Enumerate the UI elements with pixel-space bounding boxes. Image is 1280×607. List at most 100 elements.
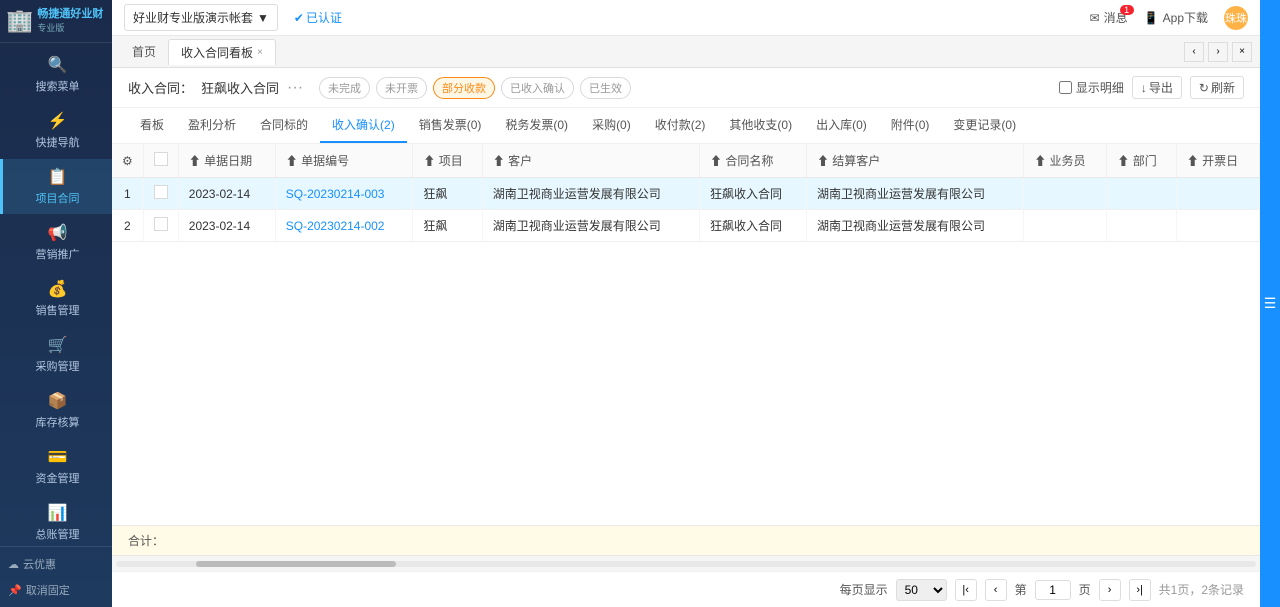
sub-tab-11[interactable]: 变更记录(0): [941, 108, 1028, 143]
sidebar-item-5[interactable]: 🛒采购管理: [0, 327, 112, 382]
page-content: 收入合同： 狂飙收入合同 ··· 未完成 未开票 部分收款 已收入确认 已生效 …: [112, 68, 1260, 607]
message-button[interactable]: ✉ 1 消息: [1090, 9, 1128, 26]
page-next-button[interactable]: ›: [1099, 579, 1121, 601]
page-input[interactable]: [1035, 580, 1071, 600]
table-row[interactable]: 2 2023-02-14 SQ-20230214-002 狂飙 湖南卫视商业运营…: [112, 210, 1260, 242]
tab-prev-button[interactable]: ‹: [1184, 42, 1204, 62]
page-total-info: 共1页，2条记录: [1159, 581, 1244, 598]
refresh-button[interactable]: ↻ 刷新: [1190, 76, 1244, 99]
th-settings[interactable]: ⚙: [112, 144, 143, 178]
status-effective[interactable]: 已生效: [580, 77, 631, 99]
row-number-link-1[interactable]: SQ-20230214-002: [286, 219, 385, 233]
sidebar-icon-4: 💰: [48, 279, 68, 299]
table-row[interactable]: 1 2023-02-14 SQ-20230214-003 狂飙 湖南卫视商业运营…: [112, 178, 1260, 210]
status-partial[interactable]: 部分收款: [433, 77, 495, 99]
sidebar-label-3: 营销推广: [36, 246, 80, 262]
verified-badge: ✔ 已认证: [294, 9, 342, 26]
tab-close-icon[interactable]: ×: [257, 47, 263, 58]
sub-tab-8[interactable]: 其他收支(0): [717, 108, 804, 143]
sidebar-bottom-cloud-label: 云优惠: [23, 556, 56, 572]
sub-tab-7[interactable]: 收付款(2): [643, 108, 718, 143]
sidebar-item-4[interactable]: 💰 销售管理: [0, 271, 112, 326]
row-contract-name-1: 狂飙收入合同: [700, 210, 807, 242]
sidebar-bottom-unpin[interactable]: 📌 取消固定: [0, 577, 112, 603]
status-confirmed[interactable]: 已收入确认: [501, 77, 574, 99]
company-selector[interactable]: 好业财专业版演示帐套 ▼: [124, 4, 278, 31]
per-page-label: 每页显示: [840, 581, 888, 598]
row-number-link-0[interactable]: SQ-20230214-003: [286, 187, 385, 201]
contract-title-prefix: 收入合同：: [128, 78, 193, 97]
th-department[interactable]: ⬆ 部门: [1107, 144, 1176, 178]
export-button[interactable]: ↓ 导出: [1132, 76, 1182, 99]
sidebar-label-1: 快捷导航: [36, 134, 80, 150]
horizontal-scrollbar[interactable]: [112, 555, 1260, 571]
contract-more-button[interactable]: ···: [287, 79, 303, 97]
sub-tab-5[interactable]: 税务发票(0): [493, 108, 580, 143]
show-detail-checkbox[interactable]: [1059, 81, 1072, 94]
th-project[interactable]: ⬆ 项目: [413, 144, 482, 178]
th-number[interactable]: ⬆ 单据编号: [275, 144, 413, 178]
contract-name: 狂飙收入合同: [201, 78, 279, 97]
sidebar-label-2: 项目合同: [36, 190, 80, 206]
user-avatar[interactable]: 珠珠: [1224, 6, 1248, 30]
tab-next-button[interactable]: ›: [1208, 42, 1228, 62]
tab-home[interactable]: 首页: [120, 39, 168, 64]
status-uninvoiced[interactable]: 未开票: [376, 77, 427, 99]
row-date-1: 2023-02-14: [178, 210, 275, 242]
sub-tab-0[interactable]: 看板: [128, 108, 176, 143]
scroll-track[interactable]: [116, 561, 1256, 567]
tab-contract-board[interactable]: 收入合同看板 ×: [168, 39, 276, 65]
row-result-customer-0: 湖南卫视商业运营发展有限公司: [806, 178, 1023, 210]
row-checkbox-1[interactable]: [143, 210, 178, 242]
page-last-button[interactable]: ›|: [1129, 579, 1151, 601]
status-buttons: 未完成 未开票 部分收款 已收入确认 已生效: [319, 77, 631, 99]
th-salesperson[interactable]: ⬆ 业务员: [1024, 144, 1107, 178]
th-open-date[interactable]: ⬆ 开票日: [1176, 144, 1259, 178]
sidebar-item-1[interactable]: ⚡快捷导航: [0, 103, 112, 158]
sidebar-bottom-cloud[interactable]: ☁ 云优惠: [0, 551, 112, 577]
sidebar-item-8[interactable]: 📊总账管理: [0, 495, 112, 546]
sidebar-item-7[interactable]: 💳资金管理: [0, 439, 112, 494]
sidebar-item-0[interactable]: 🔍搜索菜单: [0, 47, 112, 102]
table-header-row: ⚙ ⬆ 单据日期 ⬆ 单据编号 ⬆ 项目 ⬆ 客户 ⬆ 合同名称 ⬆ 结算客户 …: [112, 144, 1260, 178]
page-prev-button[interactable]: ‹: [985, 579, 1007, 601]
sidebar-item-2[interactable]: 📋项目合同: [0, 159, 112, 214]
sidebar-label-0: 搜索菜单: [36, 78, 80, 94]
status-incomplete[interactable]: 未完成: [319, 77, 370, 99]
sidebar-logo: 🏢 畅捷通好业财 专业版: [0, 0, 112, 43]
sidebar-bottom: ☁ 云优惠 📌 取消固定: [0, 546, 112, 607]
th-checkbox[interactable]: [143, 144, 178, 178]
sub-tab-2[interactable]: 合同标的: [248, 108, 320, 143]
table-container[interactable]: ⚙ ⬆ 单据日期 ⬆ 单据编号 ⬆ 项目 ⬆ 客户 ⬆ 合同名称 ⬆ 结算客户 …: [112, 144, 1260, 525]
sidebar-item-3[interactable]: 📢营销推广: [0, 215, 112, 270]
tab-close-all-button[interactable]: ×: [1232, 42, 1252, 62]
sidebar-item-6[interactable]: 📦库存核算: [0, 383, 112, 438]
right-panel-icon[interactable]: ☰: [1264, 295, 1277, 312]
row-checkbox-0[interactable]: [143, 178, 178, 210]
scroll-thumb[interactable]: [196, 561, 396, 567]
app-download-button[interactable]: 📱 App下载: [1144, 9, 1208, 26]
sidebar-label-6: 库存核算: [36, 414, 80, 430]
sub-tab-9[interactable]: 出入库(0): [804, 108, 879, 143]
show-detail-checkbox-label[interactable]: 显示明细: [1059, 79, 1124, 96]
page-size-select[interactable]: 20 50 100: [896, 579, 947, 601]
th-date[interactable]: ⬆ 单据日期: [178, 144, 275, 178]
sub-tab-6[interactable]: 采购(0): [580, 108, 643, 143]
chevron-down-icon: ▼: [257, 11, 269, 25]
sub-tab-1[interactable]: 盈利分析: [176, 108, 248, 143]
page-first-button[interactable]: |‹: [955, 579, 977, 601]
logo-text: 畅捷通好业财: [37, 8, 103, 21]
sidebar-bottom-unpin-label: 取消固定: [26, 582, 70, 598]
topbar-right: ✉ 1 消息 📱 App下载 珠珠: [1090, 6, 1248, 30]
th-result-customer[interactable]: ⬆ 结算客户: [806, 144, 1023, 178]
sidebar-label-4: 销售管理: [36, 302, 80, 318]
sub-tab-4[interactable]: 销售发票(0): [407, 108, 494, 143]
sub-tab-10[interactable]: 附件(0): [879, 108, 942, 143]
th-contract-name[interactable]: ⬆ 合同名称: [700, 144, 807, 178]
sidebar-label-8: 总账管理: [36, 526, 80, 542]
tab-label: 收入合同看板: [181, 44, 253, 61]
row-date-0: 2023-02-14: [178, 178, 275, 210]
th-customer[interactable]: ⬆ 客户: [482, 144, 699, 178]
sub-tab-3[interactable]: 收入确认(2): [320, 108, 407, 143]
row-number-1: SQ-20230214-002: [275, 210, 413, 242]
